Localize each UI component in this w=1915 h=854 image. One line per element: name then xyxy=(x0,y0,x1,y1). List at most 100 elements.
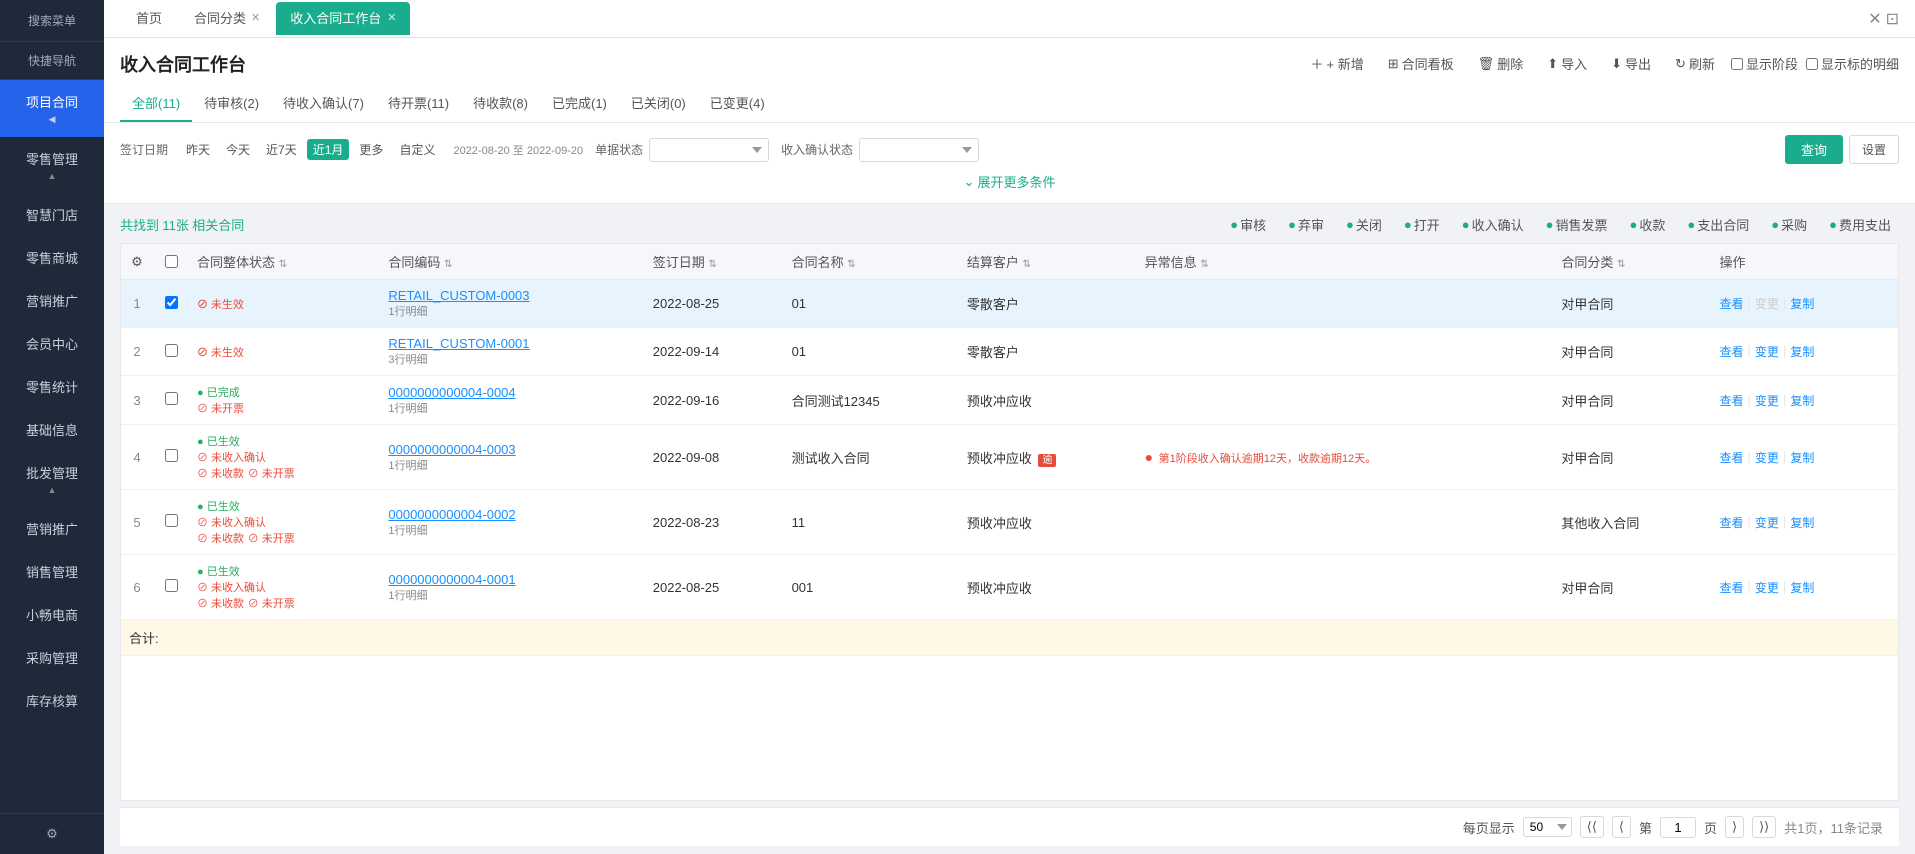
refresh-button[interactable]: ↻ 刷新 xyxy=(1667,50,1723,77)
tab-close-contract-category[interactable]: ✕ xyxy=(251,11,260,24)
contract-code-link[interactable]: 0000000000004-0004 xyxy=(388,385,515,400)
view-link[interactable]: 查看 xyxy=(1720,343,1744,360)
window-close-icon[interactable]: ✕ xyxy=(1868,9,1881,29)
op-close-button[interactable]: ● 关闭 xyxy=(1338,212,1390,237)
sidebar-item-wholesale[interactable]: 批发管理 ▲ xyxy=(0,451,104,507)
view-link[interactable]: 查看 xyxy=(1720,392,1744,409)
change-link[interactable]: 变更 xyxy=(1755,392,1779,409)
op-review-button[interactable]: ● 审核 xyxy=(1222,212,1274,237)
change-link[interactable]: 变更 xyxy=(1755,295,1779,312)
sidebar-item-marketing2[interactable]: 营销推广 xyxy=(0,507,104,550)
change-link[interactable]: 变更 xyxy=(1755,514,1779,531)
tab-income-contract[interactable]: 收入合同工作台 ✕ xyxy=(276,2,410,35)
change-link[interactable]: 变更 xyxy=(1755,449,1779,466)
income-confirm-select[interactable] xyxy=(859,138,979,162)
sidebar-search[interactable]: 搜索菜单 xyxy=(0,0,104,42)
filter-tab-completed[interactable]: 已完成(1) xyxy=(540,85,619,122)
copy-link[interactable]: 复制 xyxy=(1790,392,1814,409)
contract-code-link[interactable]: 0000000000004-0003 xyxy=(388,442,515,457)
view-link[interactable]: 查看 xyxy=(1720,514,1744,531)
change-link[interactable]: 变更 xyxy=(1755,579,1779,596)
page-number-input[interactable] xyxy=(1660,817,1696,838)
sidebar-item-retail-mall[interactable]: 零售商城 xyxy=(0,236,104,279)
op-pay-contract-button[interactable]: ● 支出合同 xyxy=(1679,212,1757,237)
sidebar-item-sales[interactable]: 销售管理 xyxy=(0,550,104,593)
query-button[interactable]: 查询 xyxy=(1785,135,1843,164)
contract-code-link[interactable]: RETAIL_CUSTOM-0003 xyxy=(388,288,529,303)
filter-tab-pending-invoice[interactable]: 待开票(11) xyxy=(376,85,461,122)
date-opt-more[interactable]: 更多 xyxy=(353,139,389,160)
last-page-button[interactable]: ⟩⟩ xyxy=(1752,816,1776,838)
date-opt-custom[interactable]: 自定义 xyxy=(393,139,441,160)
op-print-button[interactable]: ● 打开 xyxy=(1396,212,1448,237)
settings-button[interactable]: 设置 xyxy=(1849,135,1899,164)
show-stage-checkbox[interactable]: 显示阶段 xyxy=(1731,54,1798,73)
sidebar-item-basic-info[interactable]: 基础信息 xyxy=(0,408,104,451)
copy-link[interactable]: 复制 xyxy=(1790,514,1814,531)
sidebar-item-member[interactable]: 会员中心 xyxy=(0,322,104,365)
filter-tab-changed[interactable]: 已变更(4) xyxy=(698,85,777,122)
sidebar-item-retail-stats[interactable]: 零售统计 xyxy=(0,365,104,408)
sidebar-item-xiaochangec[interactable]: 小畅电商 xyxy=(0,593,104,636)
view-link[interactable]: 查看 xyxy=(1720,579,1744,596)
delete-button[interactable]: 🗑 删除 xyxy=(1470,50,1532,77)
export-button[interactable]: ⬇ 导出 xyxy=(1603,50,1659,77)
op-abandon-button[interactable]: ● 弃审 xyxy=(1280,212,1332,237)
sidebar-item-retail[interactable]: 零售管理 ▲ xyxy=(0,137,104,193)
row-checkbox[interactable] xyxy=(165,344,178,357)
op-collection-button[interactable]: ● 收款 xyxy=(1622,212,1674,237)
row-checkbox[interactable] xyxy=(165,392,178,405)
date-opt-yesterday[interactable]: 昨天 xyxy=(180,139,216,160)
sidebar-item-inventory[interactable]: 库存核算 xyxy=(0,679,104,722)
sidebar-quick-nav[interactable]: 快捷导航 xyxy=(0,42,104,80)
date-opt-today[interactable]: 今天 xyxy=(220,139,256,160)
change-link[interactable]: 变更 xyxy=(1755,343,1779,360)
sidebar-item-project[interactable]: 项目合同 ◀ xyxy=(0,80,104,137)
date-opt-last1month[interactable]: 近1月 xyxy=(307,139,350,160)
view-link[interactable]: 查看 xyxy=(1720,295,1744,312)
tab-home[interactable]: 首页 xyxy=(120,0,178,37)
row-checkbox[interactable] xyxy=(165,579,178,592)
page-size-select[interactable]: 50 10 20 100 xyxy=(1523,817,1572,837)
contract-board-button[interactable]: ⊞ 合同看板 xyxy=(1380,50,1462,77)
contract-code-link[interactable]: 0000000000004-0001 xyxy=(388,572,515,587)
copy-link[interactable]: 复制 xyxy=(1790,579,1814,596)
copy-link[interactable]: 复制 xyxy=(1790,343,1814,360)
view-link[interactable]: 查看 xyxy=(1720,449,1744,466)
filter-tab-closed[interactable]: 已关闭(0) xyxy=(619,85,698,122)
filter-tab-pending-income-confirm[interactable]: 待收入确认(7) xyxy=(271,85,376,122)
first-page-button[interactable]: ⟨⟨ xyxy=(1580,816,1604,838)
contract-code-link[interactable]: 0000000000004-0002 xyxy=(388,507,515,522)
date-opt-last7[interactable]: 近7天 xyxy=(260,139,303,160)
tab-close-income-contract[interactable]: ✕ xyxy=(387,11,396,24)
op-purchase-button[interactable]: ● 采购 xyxy=(1763,212,1815,237)
doc-status-select[interactable] xyxy=(649,138,769,162)
tab-contract-category[interactable]: 合同分类 ✕ xyxy=(178,0,276,37)
show-detail-checkbox[interactable]: 显示标的明细 xyxy=(1806,54,1899,73)
contract-code-link[interactable]: RETAIL_CUSTOM-0001 xyxy=(388,336,529,351)
import-button[interactable]: ⬆ 导入 xyxy=(1539,50,1595,77)
row-checkbox[interactable] xyxy=(165,296,178,309)
sidebar-settings-icon[interactable]: ⚙ xyxy=(0,813,104,854)
filter-tab-pending-review[interactable]: 待审核(2) xyxy=(192,85,271,122)
expand-conditions-button[interactable]: ⌄ 展开更多条件 xyxy=(964,172,1056,191)
column-settings-icon[interactable]: ⚙ xyxy=(131,254,143,270)
copy-link[interactable]: 复制 xyxy=(1790,295,1814,312)
filter-tab-all[interactable]: 全部(11) xyxy=(120,85,192,122)
row-checkbox[interactable] xyxy=(165,514,178,527)
select-all-checkbox[interactable] xyxy=(165,255,178,268)
next-page-button[interactable]: ⟩ xyxy=(1725,816,1744,838)
prev-page-button[interactable]: ⟨ xyxy=(1612,816,1631,838)
show-detail-input[interactable] xyxy=(1806,58,1818,70)
sidebar-item-marketing[interactable]: 营销推广 xyxy=(0,279,104,322)
window-expand-icon[interactable]: ⊡ xyxy=(1886,9,1899,29)
new-button[interactable]: ＋ + 新增 xyxy=(1303,50,1372,77)
row-checkbox[interactable] xyxy=(165,449,178,462)
sidebar-item-purchase[interactable]: 采购管理 xyxy=(0,636,104,679)
op-sales-invoice-button[interactable]: ● 销售发票 xyxy=(1538,212,1616,237)
copy-link[interactable]: 复制 xyxy=(1790,449,1814,466)
op-income-confirm-button[interactable]: ● 收入确认 xyxy=(1454,212,1532,237)
sidebar-item-smart-store[interactable]: 智慧门店 xyxy=(0,193,104,236)
filter-tab-pending-collection[interactable]: 待收款(8) xyxy=(461,85,540,122)
op-fee-out-button[interactable]: ● 费用支出 xyxy=(1821,212,1899,237)
